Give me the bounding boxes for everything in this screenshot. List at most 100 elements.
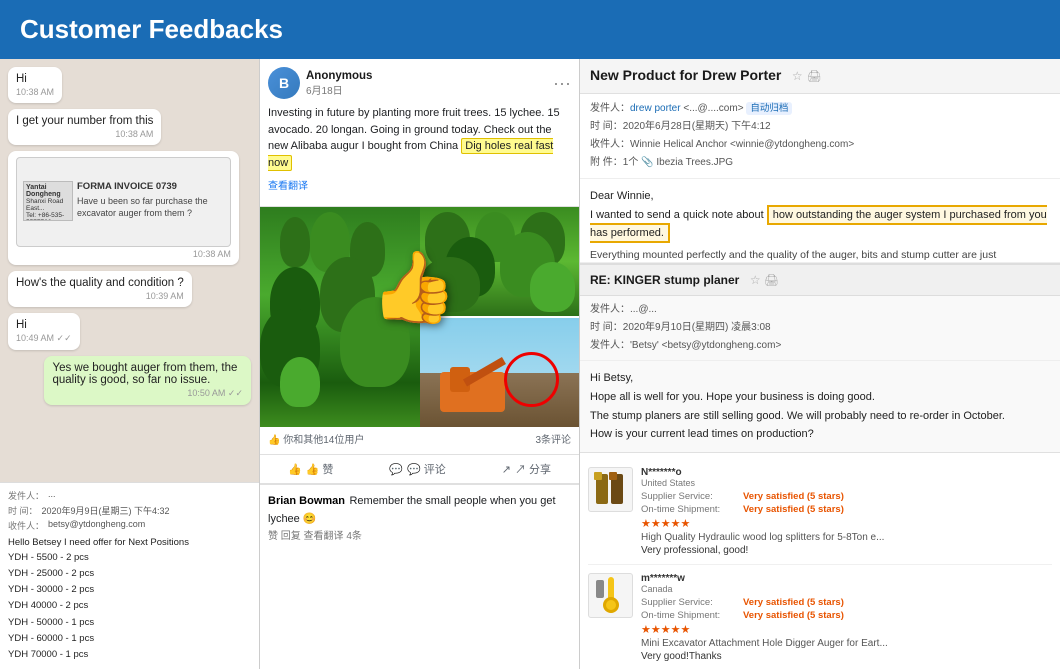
sender-email2: ...@... (630, 304, 657, 315)
left-column: Hi 10:38 AM I get your number from this … (0, 59, 260, 669)
order-item: YDH - 30000 - 2 pcs (8, 582, 251, 598)
middle-column: B Anonymous 6月18日 ··· Investing in futur… (260, 59, 580, 669)
email-para2: Everything mounted perfectly and the qua… (590, 247, 1050, 263)
review-stars-1: ★★★★★ (641, 517, 1052, 530)
to-label: 收件人： (590, 139, 630, 150)
invoice-title: FORMA INVOICE 0739 (77, 181, 224, 192)
comment-meta: 赞 回复 查看翻译 4条 (268, 527, 571, 542)
order-item: YDH 70000 - 1 pcs (8, 647, 251, 663)
msg-time: 10:39 AM (16, 291, 184, 301)
email2-subject-bar: RE: KINGER stump planer ☆ 🖨 (580, 265, 1060, 296)
review-header-1: N*******o United States (641, 467, 1052, 488)
red-circle-highlight (504, 352, 559, 407)
to-label2: 发件人： (590, 340, 630, 351)
fb-like-button[interactable]: 👍 👍 赞 (288, 461, 333, 477)
review-content-1: N*******o United States Supplier Service… (641, 467, 1052, 556)
msg-time: 10:49 AM ✓✓ (16, 333, 72, 344)
email2-meta-block: 发件人：...@... 时 间：2020年9月10日(星期四) 凌晨3:08 发… (580, 296, 1060, 361)
from-label: 发件人： (590, 103, 630, 114)
email2-greeting: Hi Betsy, (590, 369, 1050, 388)
attach-label: 附 件： (590, 157, 623, 168)
service-value-2: Very satisfied (5 stars) (743, 597, 844, 608)
order-item: YDH - 25000 - 2 pcs (8, 566, 251, 582)
email-meta-block: 发件人：drew porter <...@....com> 自动归档 时 间：2… (580, 94, 1060, 179)
msg-time: 10:38 AM (16, 249, 231, 259)
fb-more-options[interactable]: ··· (553, 73, 571, 94)
review-shipment-2: On-time Shipment: Very satisfied (5 star… (641, 610, 1052, 621)
chat-message-4: How's the quality and condition ? 10:39 … (8, 271, 192, 307)
to-label: 收件人： (8, 519, 44, 532)
review-item-1: N*******o United States Supplier Service… (588, 459, 1052, 565)
email-attach: 1个 📎 Ibezia Trees.JPG (623, 157, 733, 168)
fb-poster-name: Anonymous (306, 70, 547, 82)
time-label: 时 间： (8, 504, 38, 517)
from-label2: 发件人： (590, 304, 630, 315)
email-time: 2020年9月9日(星期三) 下午4:32 (42, 504, 170, 517)
email-to-row: 收件人： betsy@ytdongheng.com (8, 519, 251, 532)
chat-message-5: Hi 10:49 AM ✓✓ (8, 313, 80, 350)
email-icons: ☆ 🖨 (792, 69, 822, 83)
msg-text: Hi (16, 319, 27, 331)
sender-email: <...@....com> (683, 103, 743, 114)
right-column: New Product for Drew Porter ☆ 🖨 发件人：drew… (580, 59, 1060, 669)
review-content-2: m*******w Canada Supplier Service: Very … (641, 573, 1052, 662)
page-header: Customer Feedbacks (0, 0, 1060, 59)
fb-post-date: 6月18日 (306, 82, 547, 97)
share-icon: ↗ (502, 463, 511, 476)
msg-text: Yes we bought auger from them, the quali… (52, 362, 237, 386)
star-icon[interactable]: ☆ (792, 69, 803, 83)
reviewer-name-1: N*******o (641, 467, 695, 478)
fb-comment-count: 3条评论 (535, 431, 571, 446)
email2-time: 2020年9月10日(星期四) 凌晨3:08 (623, 322, 771, 333)
invoice-text: Have u been so far purchase the excavato… (77, 195, 224, 220)
fb-comment-section: Brian Bowman Remember the small people w… (260, 484, 579, 548)
email2-to: 'Betsy' <betsy@ytdongheng.com> (630, 340, 781, 351)
email2-line1: Hope all is well for you. Hope your busi… (590, 388, 1050, 407)
fb-images: 👍 (260, 207, 579, 427)
review-service-1: Supplier Service: Very satisfied (5 star… (641, 491, 1052, 502)
chat-message-1: Hi 10:38 AM (8, 67, 62, 103)
email-para1: I wanted to send a quick note about how … (590, 206, 1050, 243)
service-label-1: Supplier Service: (641, 491, 731, 502)
review-product-1: High Quality Hydraulic wood log splitter… (641, 532, 1052, 543)
alibaba-reviews-section: N*******o United States Supplier Service… (580, 452, 1060, 669)
order-list: YDH - 5500 - 2 pcs YDH - 25000 - 2 pcs Y… (8, 550, 251, 663)
email-time: 2020年6月28日(星期天) 下午4:12 (623, 121, 771, 132)
fb-translate-link[interactable]: 查看翻译 (268, 177, 571, 192)
chat-message-6: Yes we bought auger from them, the quali… (44, 356, 251, 405)
comment-icon: 💬 (389, 463, 403, 476)
page-title: Customer Feedbacks (20, 14, 283, 45)
chat-message-invoice: Yantai Dongheng Shanxi Road East... Tel:… (8, 151, 239, 265)
shipment-label-1: On-time Shipment: (641, 504, 731, 515)
review-comment-1: Very professional, good! (641, 545, 1052, 556)
email2-icons: ☆ 🖨 (750, 273, 779, 287)
sender-name[interactable]: drew porter (630, 103, 681, 114)
msg-text: How's the quality and condition ? (16, 277, 184, 289)
email2-line2: The stump planers are still selling good… (590, 407, 1050, 426)
shipment-value-2: Very satisfied (5 stars) (743, 610, 844, 621)
shipment-label-2: On-time Shipment: (641, 610, 731, 621)
order-item: YDH 40000 - 2 pcs (8, 598, 251, 614)
msg-time: 10:50 AM ✓✓ (52, 388, 243, 399)
order-item: YDH - 5500 - 2 pcs (8, 550, 251, 566)
to-email: betsy@ytdongheng.com (48, 519, 145, 532)
print-icon[interactable]: 🖨 (807, 69, 822, 83)
fb-actions-bar: 👍 👍 赞 💬 💬 评论 ↗ ↗ 分享 (260, 454, 579, 484)
sender-label: 发件人： (8, 489, 44, 502)
review-shipment-1: On-time Shipment: Very satisfied (5 star… (641, 504, 1052, 515)
fb-comment-button[interactable]: 💬 💬 评论 (389, 461, 445, 477)
service-value-1: Very satisfied (5 stars) (743, 491, 844, 502)
email-body-1: Dear Winnie, I wanted to send a quick no… (580, 179, 1060, 263)
fb-share-button[interactable]: ↗ ↗ 分享 (502, 461, 551, 477)
review-comment-2: Very good!Thanks (641, 651, 1052, 662)
email-thread-2: RE: KINGER stump planer ☆ 🖨 发件人：...@... … (580, 263, 1060, 452)
review-service-2: Supplier Service: Very satisfied (5 star… (641, 597, 1052, 608)
email2-line3: How is your current lead times on produc… (590, 425, 1050, 444)
comment-label: 💬 评论 (407, 461, 446, 477)
facebook-post: B Anonymous 6月18日 ··· Investing in futur… (260, 59, 579, 207)
email-body-2: Hi Betsy, Hope all is well for you. Hope… (580, 361, 1060, 452)
commenter-name: Brian Bowman (268, 495, 345, 507)
like-label: 👍 赞 (306, 461, 334, 477)
fb-reactions: 👍 你和其他14位用户 3条评论 (260, 427, 579, 450)
review-product-image-2 (588, 573, 633, 618)
